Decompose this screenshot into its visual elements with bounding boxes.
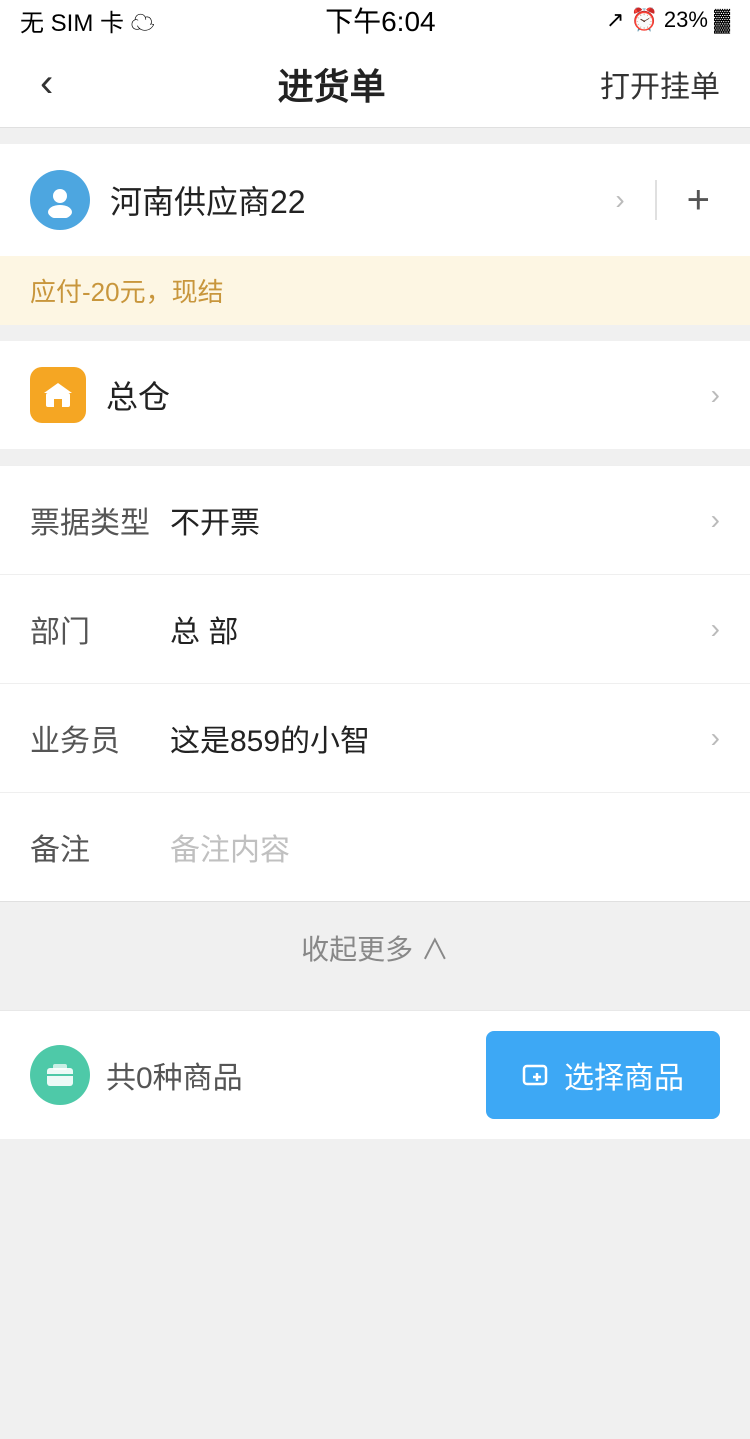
form-section: 票据类型 不开票 › 部门 总 部 › 业务员 这是859的小智 › 备注 备注… [0, 465, 750, 901]
supplier-avatar [30, 170, 90, 230]
invoice-type-row[interactable]: 票据类型 不开票 › [0, 465, 750, 574]
supplier-name: 河南供应商22 [110, 177, 615, 223]
product-count-text: 共0种商品 [106, 1053, 243, 1097]
select-product-label: 选择商品 [564, 1053, 684, 1097]
department-chevron-icon: › [711, 613, 720, 645]
warehouse-row[interactable]: 总仓 › [0, 341, 750, 449]
add-supplier-button[interactable]: + [677, 174, 720, 227]
salesperson-chevron-icon: › [711, 722, 720, 754]
sim-status: 无 SIM 卡 ☁ [20, 3, 155, 38]
battery-level: 23% [664, 7, 708, 33]
supplier-chevron-icon: › [615, 184, 624, 216]
back-button[interactable]: ‹ [30, 51, 63, 116]
status-bar: 无 SIM 卡 ☁ 下午6:04 ↗ ⏰ 23% ▓ [0, 0, 750, 40]
department-row[interactable]: 部门 总 部 › [0, 574, 750, 683]
battery-icon: ▓ [714, 7, 730, 33]
remark-placeholder: 备注内容 [170, 825, 720, 869]
nav-bar: ‹ 进货单 打开挂单 [0, 40, 750, 128]
invoice-type-chevron-icon: › [711, 504, 720, 536]
gap-3 [0, 449, 750, 465]
supplier-section: 河南供应商22 › + 应付-20元，现结 [0, 144, 750, 325]
supplier-row[interactable]: 河南供应商22 › + [0, 144, 750, 256]
status-right: ↗ ⏰ 23% ▓ [606, 7, 730, 33]
gap-2 [0, 325, 750, 341]
remark-row[interactable]: 备注 备注内容 [0, 792, 750, 901]
location-icon: ↗ [606, 7, 624, 33]
salesperson-row[interactable]: 业务员 这是859的小智 › [0, 683, 750, 792]
content-area [0, 1139, 750, 1439]
open-pending-button[interactable]: 打开挂单 [600, 62, 720, 106]
gap-4 [0, 994, 750, 1010]
page-title: 进货单 [278, 58, 386, 110]
status-left: 无 SIM 卡 ☁ [20, 3, 155, 38]
collapse-label: 收起更多 ∧ [301, 928, 449, 968]
department-value: 总 部 [170, 607, 711, 651]
bottom-bar: 共0种商品 选择商品 [0, 1010, 750, 1139]
remark-label: 备注 [30, 825, 170, 869]
product-icon [30, 1045, 90, 1105]
invoice-type-value: 不开票 [170, 498, 711, 542]
product-count-area: 共0种商品 [30, 1045, 243, 1105]
salesperson-label: 业务员 [30, 716, 170, 760]
select-product-icon [522, 1060, 552, 1090]
status-time: 下午6:04 [325, 0, 436, 40]
warehouse-name: 总仓 [106, 372, 711, 418]
warehouse-section: 总仓 › [0, 341, 750, 449]
warehouse-chevron-icon: › [711, 379, 720, 411]
invoice-type-label: 票据类型 [30, 498, 170, 542]
gap-1 [0, 128, 750, 144]
salesperson-value: 这是859的小智 [170, 716, 711, 760]
alarm-icon: ⏰ [630, 7, 657, 33]
department-label: 部门 [30, 607, 170, 651]
supplier-divider [655, 180, 657, 220]
notice-banner: 应付-20元，现结 [0, 256, 750, 325]
collapse-row[interactable]: 收起更多 ∧ [0, 901, 750, 994]
select-product-button[interactable]: 选择商品 [486, 1031, 720, 1119]
warehouse-icon [30, 367, 86, 423]
